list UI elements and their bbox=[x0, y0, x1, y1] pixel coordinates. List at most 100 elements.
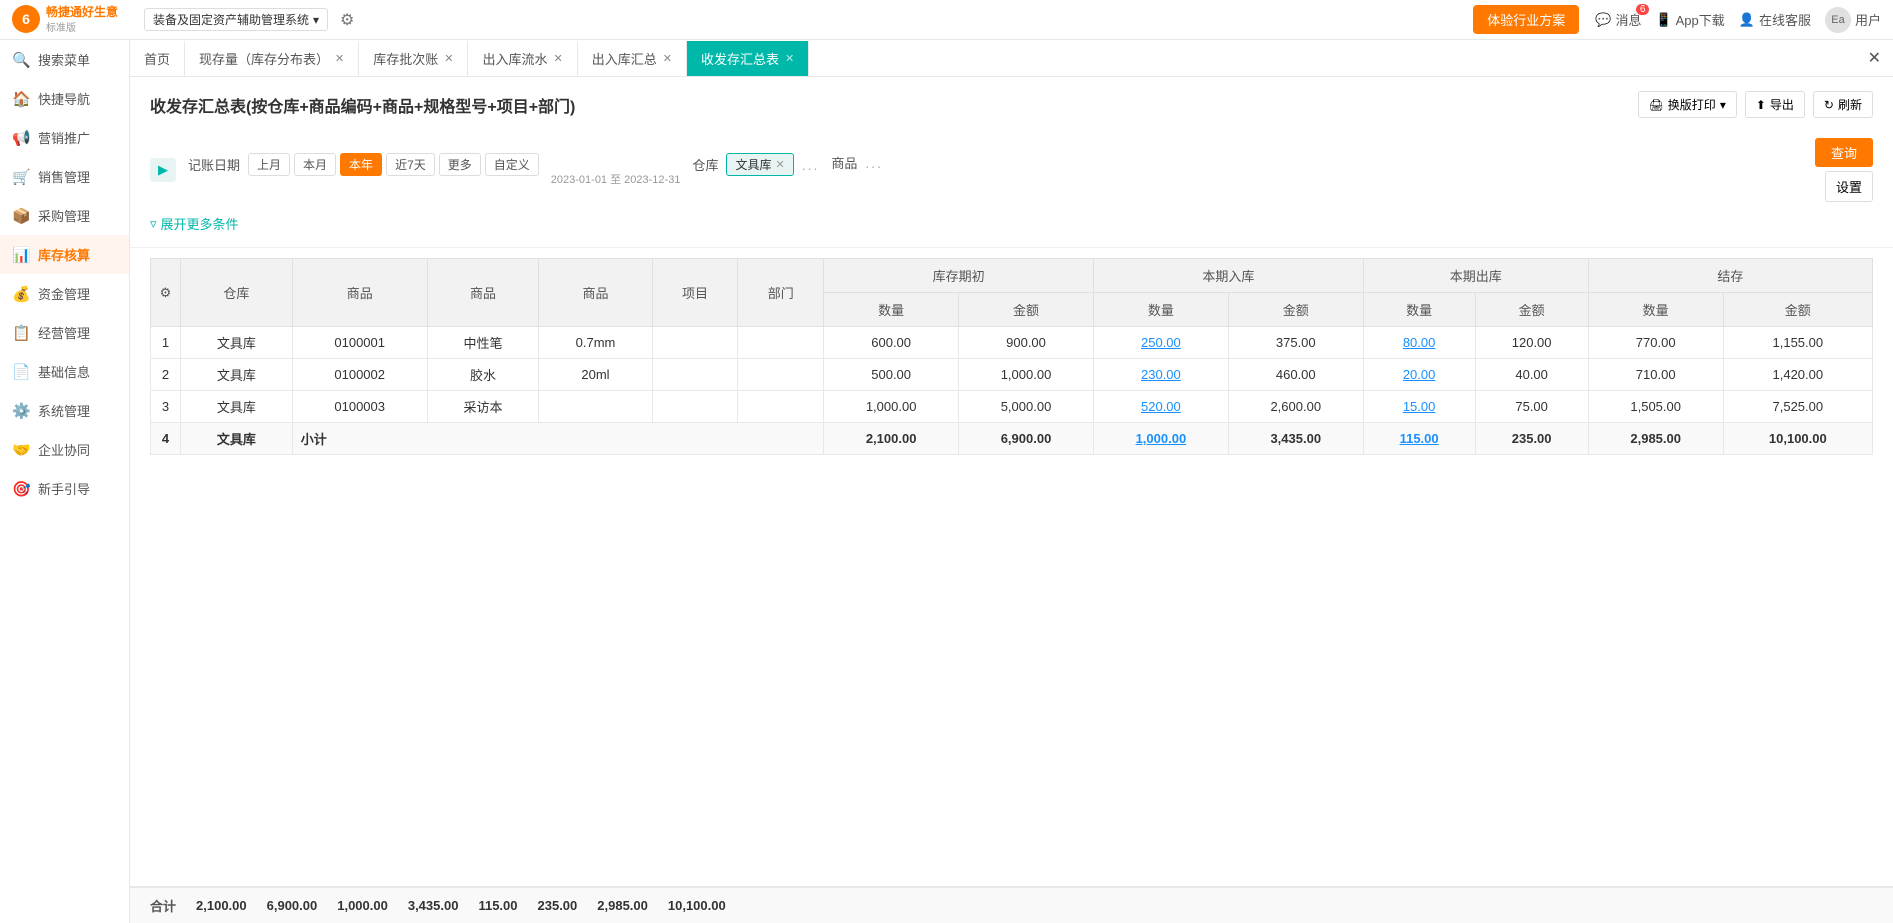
cell-closing-qty: 710.00 bbox=[1588, 359, 1723, 391]
cell-out-qty[interactable]: 20.00 bbox=[1363, 359, 1475, 391]
date-btn-more[interactable]: 更多 bbox=[439, 153, 481, 176]
expand-label: 展开更多条件 bbox=[161, 214, 239, 233]
user-profile-button[interactable]: Ea 用户 bbox=[1825, 7, 1881, 33]
gear-icon[interactable]: ⚙ bbox=[340, 10, 354, 30]
filter-toggle-button[interactable]: ▶ bbox=[150, 158, 176, 182]
enterprise-icon: 🤝 bbox=[12, 441, 30, 459]
logo-title: 畅捷通好生意 bbox=[46, 5, 118, 19]
date-filter-label: 记账日期 bbox=[188, 155, 240, 174]
warehouse-remove-button[interactable]: ✕ bbox=[775, 158, 784, 171]
cell-opening-qty: 1,000.00 bbox=[824, 391, 959, 423]
close-all-tabs-button[interactable]: ✕ bbox=[1856, 40, 1893, 76]
filter-date-section: 记账日期 上月 本月 本年 近7天 更多 自定义 bbox=[188, 153, 539, 176]
sidebar-label-guide: 新手引导 bbox=[38, 479, 90, 498]
cell-warehouse: 文具库 bbox=[181, 327, 293, 359]
date-btn-7days[interactable]: 近7天 bbox=[386, 153, 435, 176]
export-label: 导出 bbox=[1770, 96, 1794, 113]
cell-goods-spec: 20ml bbox=[539, 359, 652, 391]
sidebar-label-sales: 销售管理 bbox=[38, 167, 90, 186]
tab-home[interactable]: 首页 bbox=[130, 41, 185, 76]
sidebar-label-business: 经营管理 bbox=[38, 323, 90, 342]
table-row: 3 文具库 0100003 采访本 1,000.00 5,000.00 520.… bbox=[151, 391, 1873, 423]
cell-in-amt: 2,600.00 bbox=[1228, 391, 1363, 423]
table-settings-col[interactable]: ⚙ bbox=[151, 259, 181, 327]
cell-in-qty[interactable]: 520.00 bbox=[1093, 391, 1228, 423]
footer-bar: 合计 2,100.00 6,900.00 1,000.00 3,435.00 1… bbox=[130, 886, 1893, 923]
tab-in-out-flow-label: 出入库流水 bbox=[482, 49, 547, 68]
sidebar-item-business[interactable]: 📋 经营管理 bbox=[0, 313, 129, 352]
cell-goods-name: 胶水 bbox=[427, 359, 539, 391]
cell-out-amt: 75.00 bbox=[1475, 391, 1588, 423]
th-in-amt: 金额 bbox=[1228, 293, 1363, 327]
app-download-button[interactable]: 📱 App下载 bbox=[1655, 10, 1724, 29]
online-service-button[interactable]: 👤 在线客服 bbox=[1739, 10, 1811, 29]
date-btn-this-month[interactable]: 本月 bbox=[294, 153, 336, 176]
filter-warehouse-section: 仓库 文具库 ✕ ... bbox=[692, 153, 819, 176]
settings-button[interactable]: 设置 bbox=[1825, 171, 1873, 202]
sidebar-item-quick-nav[interactable]: 🏠 快捷导航 bbox=[0, 79, 129, 118]
cell-project bbox=[652, 327, 738, 359]
cell-opening-amt: 1,000.00 bbox=[959, 359, 1094, 391]
experience-button[interactable]: 体验行业方案 bbox=[1473, 5, 1579, 34]
expand-conditions-button[interactable]: ▿ 展开更多条件 bbox=[150, 214, 239, 233]
sidebar-item-guide[interactable]: 🎯 新手引导 bbox=[0, 469, 129, 508]
date-btn-last-month[interactable]: 上月 bbox=[248, 153, 290, 176]
th-warehouse: 仓库 bbox=[181, 259, 293, 327]
tab-in-out-summary[interactable]: 出入库汇总 ✕ bbox=[578, 41, 687, 76]
subtotal-in-qty[interactable]: 1,000.00 bbox=[1093, 423, 1228, 455]
system-selector[interactable]: 装备及固定资产辅助管理系统 ▾ bbox=[144, 8, 328, 31]
query-button[interactable]: 查询 bbox=[1815, 138, 1873, 167]
cell-project bbox=[652, 391, 738, 423]
cell-out-amt: 120.00 bbox=[1475, 327, 1588, 359]
cell-out-qty[interactable]: 80.00 bbox=[1363, 327, 1475, 359]
tab-inventory-dist-close[interactable]: ✕ bbox=[335, 52, 344, 65]
sidebar-item-purchase[interactable]: 📦 采购管理 bbox=[0, 196, 129, 235]
warehouse-more-button[interactable]: ... bbox=[802, 157, 820, 173]
sidebar-item-finance[interactable]: 💰 资金管理 bbox=[0, 274, 129, 313]
sidebar-item-sales[interactable]: 🛒 销售管理 bbox=[0, 157, 129, 196]
tab-in-out-flow-close[interactable]: ✕ bbox=[554, 52, 563, 65]
tab-recv-send-summary[interactable]: 收发存汇总表 ✕ bbox=[687, 41, 809, 76]
filter-goods-section: 商品 ... bbox=[831, 153, 883, 172]
cell-out-qty[interactable]: 15.00 bbox=[1363, 391, 1475, 423]
print-button[interactable]: 🖨 换版打印 ▾ bbox=[1638, 91, 1737, 118]
sidebar-item-system[interactable]: ⚙️ 系统管理 bbox=[0, 391, 129, 430]
sidebar-item-inventory[interactable]: 📊 库存核算 bbox=[0, 235, 129, 274]
cell-in-qty[interactable]: 230.00 bbox=[1093, 359, 1228, 391]
home-icon: 🏠 bbox=[12, 90, 30, 108]
sidebar-item-search[interactable]: 🔍 搜索菜单 bbox=[0, 40, 129, 79]
date-btn-custom[interactable]: 自定义 bbox=[485, 153, 539, 176]
business-icon: 📋 bbox=[12, 324, 30, 342]
tab-inventory-dist[interactable]: 现存量（库存分布表） ✕ bbox=[185, 41, 359, 76]
sidebar-label-system: 系统管理 bbox=[38, 401, 90, 420]
cell-goods-code: 0100002 bbox=[292, 359, 427, 391]
messages-button[interactable]: 💬 消息 6 bbox=[1595, 10, 1641, 29]
footer-opening-amt: 6,900.00 bbox=[267, 898, 318, 913]
subtotal-no: 4 bbox=[151, 423, 181, 455]
refresh-button[interactable]: ↻ 刷新 bbox=[1813, 91, 1873, 118]
sidebar-item-enterprise[interactable]: 🤝 企业协同 bbox=[0, 430, 129, 469]
export-button[interactable]: ⬆ 导出 bbox=[1745, 91, 1805, 118]
cell-goods-spec: 0.7mm bbox=[539, 327, 652, 359]
cell-in-qty[interactable]: 250.00 bbox=[1093, 327, 1228, 359]
tab-batch-ledger-close[interactable]: ✕ bbox=[444, 52, 453, 65]
cell-in-amt: 375.00 bbox=[1228, 327, 1363, 359]
cell-warehouse: 文具库 bbox=[181, 359, 293, 391]
cell-opening-qty: 500.00 bbox=[824, 359, 959, 391]
footer-total-label: 合计 bbox=[150, 896, 176, 915]
goods-more-button[interactable]: ... bbox=[865, 155, 883, 171]
sidebar-item-marketing[interactable]: 📢 营销推广 bbox=[0, 118, 129, 157]
sidebar-item-basic[interactable]: 📄 基础信息 bbox=[0, 352, 129, 391]
warehouse-filter-label: 仓库 bbox=[692, 155, 718, 174]
date-btn-this-year[interactable]: 本年 bbox=[340, 153, 382, 176]
tab-recv-send-summary-close[interactable]: ✕ bbox=[785, 52, 794, 65]
footer-opening-qty: 2,100.00 bbox=[196, 898, 247, 913]
cell-department bbox=[738, 359, 824, 391]
cell-closing-qty: 770.00 bbox=[1588, 327, 1723, 359]
tab-in-out-summary-close[interactable]: ✕ bbox=[663, 52, 672, 65]
tab-batch-ledger[interactable]: 库存批次账 ✕ bbox=[359, 41, 468, 76]
marketing-icon: 📢 bbox=[12, 129, 30, 147]
tab-in-out-flow[interactable]: 出入库流水 ✕ bbox=[468, 41, 577, 76]
subtotal-out-qty[interactable]: 115.00 bbox=[1363, 423, 1475, 455]
main-layout: 🔍 搜索菜单 🏠 快捷导航 📢 营销推广 🛒 销售管理 📦 采购管理 📊 bbox=[0, 40, 1893, 923]
